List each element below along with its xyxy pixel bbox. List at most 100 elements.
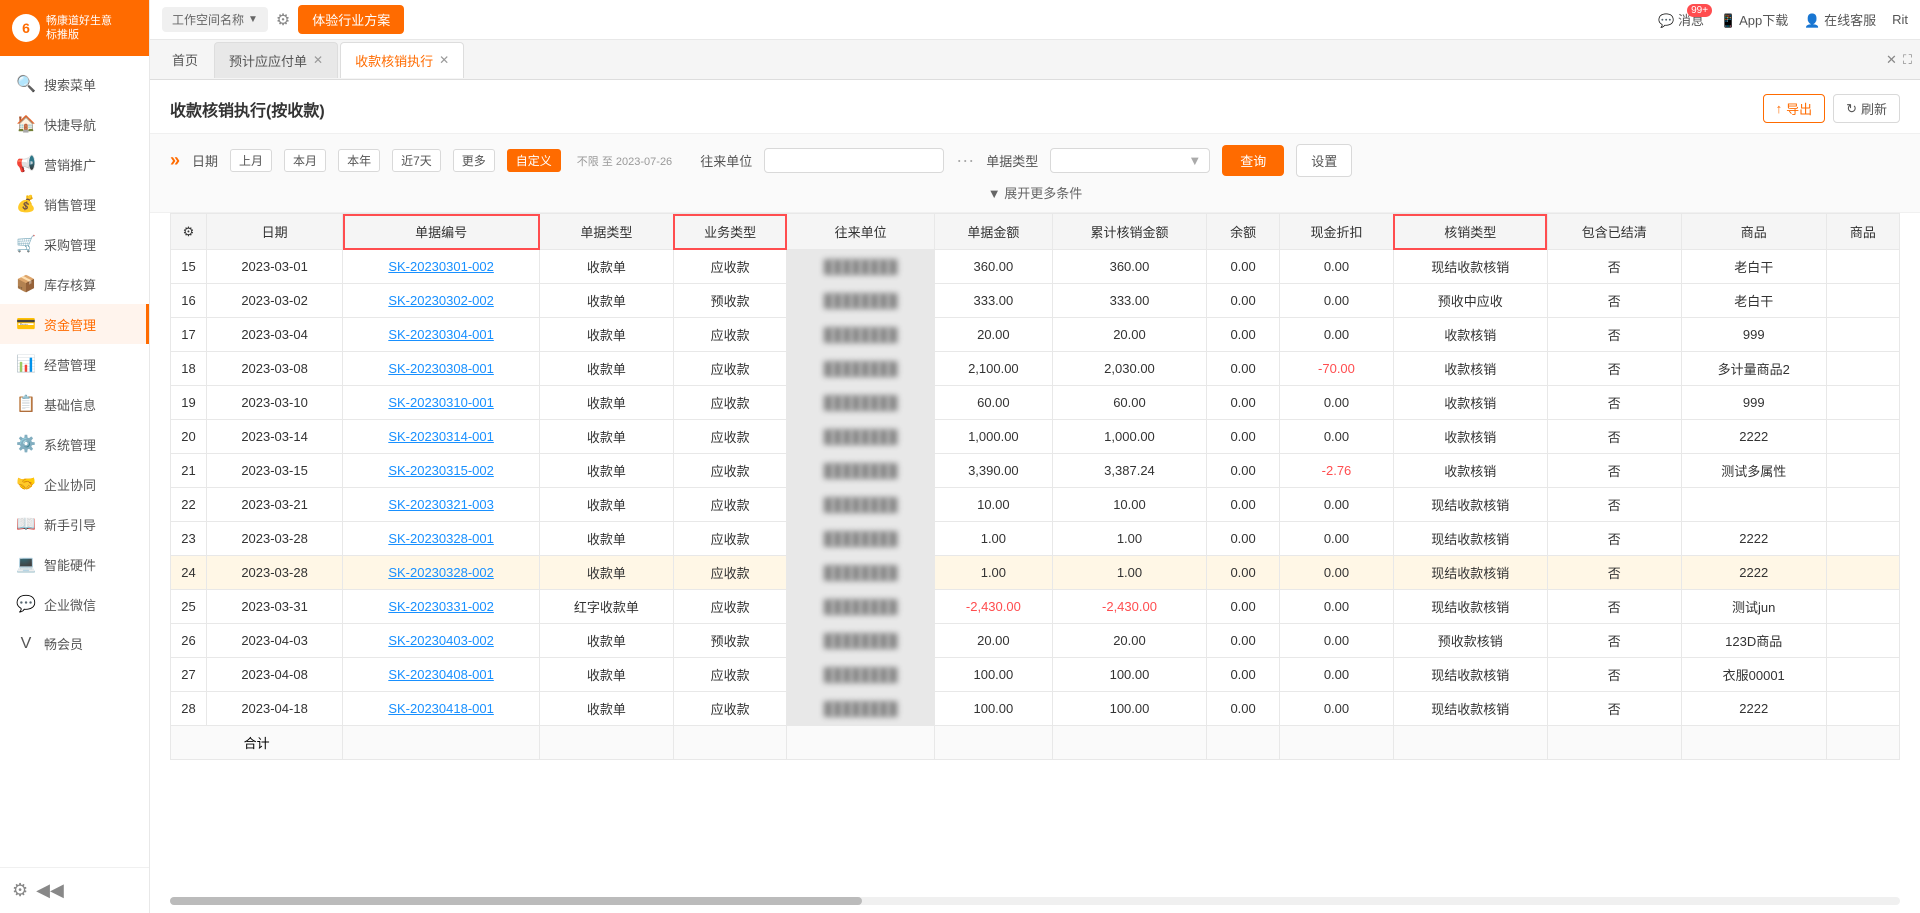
- tab-receipt[interactable]: 收款核销执行 ✕: [340, 42, 464, 78]
- sidebar-item-search[interactable]: 🔍搜索菜单: [0, 64, 149, 104]
- cell-counterpart: ████████: [787, 454, 934, 488]
- single-type-select[interactable]: ▼: [1050, 148, 1210, 173]
- gear-icon[interactable]: ⚙: [276, 10, 290, 30]
- cell-doc-no[interactable]: SK-20230308-001: [343, 352, 540, 386]
- sidebar-item-operation[interactable]: 📊经营管理: [0, 344, 149, 384]
- tab-expand-icon[interactable]: ⛶: [1903, 52, 1912, 68]
- cell-doc-no[interactable]: SK-20230321-003: [343, 488, 540, 522]
- workspace-selector[interactable]: 工作空间名称 ▼: [162, 7, 268, 32]
- filter-toggle-button[interactable]: »: [170, 150, 180, 171]
- sidebar-item-system[interactable]: ⚙️系统管理: [0, 424, 149, 464]
- sidebar-item-member[interactable]: V畅会员: [0, 624, 149, 663]
- th-write-off-type: 核销类型: [1393, 214, 1547, 250]
- cell-doc-no[interactable]: SK-20230418-001: [343, 692, 540, 726]
- sidebar-item-guide[interactable]: 📖新手引导: [0, 504, 149, 544]
- tab-home[interactable]: 首页: [158, 42, 212, 77]
- doc-no-link[interactable]: SK-20230321-003: [388, 497, 494, 512]
- cell-balance: 0.00: [1207, 352, 1280, 386]
- doc-no-link[interactable]: SK-20230314-001: [388, 429, 494, 444]
- export-button[interactable]: ↑ 导出: [1763, 94, 1826, 123]
- cell-write-off-type: 收款核销: [1393, 454, 1547, 488]
- cell-write-off: 1.00: [1052, 556, 1206, 590]
- date-btn-custom[interactable]: 自定义: [507, 149, 561, 172]
- cell-balance: 0.00: [1207, 658, 1280, 692]
- doc-no-link[interactable]: SK-20230418-001: [388, 701, 494, 716]
- table-row: 212023-03-15SK-20230315-002收款单应收款███████…: [171, 454, 1900, 488]
- sidebar-item-wechat[interactable]: 💬企业微信: [0, 584, 149, 624]
- tab-prepay[interactable]: 预计应应付单 ✕: [214, 42, 338, 78]
- date-btn-this-month[interactable]: 本月: [284, 149, 326, 172]
- tab-close-prepay[interactable]: ✕: [313, 53, 323, 67]
- cell-date: 2023-03-02: [207, 284, 343, 318]
- cell-biz-type: 应收款: [673, 658, 787, 692]
- date-btn-this-year[interactable]: 本年: [338, 149, 380, 172]
- cell-doc-no[interactable]: SK-20230310-001: [343, 386, 540, 420]
- date-btn-last-month[interactable]: 上月: [230, 149, 272, 172]
- cell-doc-no[interactable]: SK-20230304-001: [343, 318, 540, 352]
- user-info[interactable]: Rit: [1892, 12, 1908, 27]
- cell-include-closed: 否: [1547, 556, 1681, 590]
- refresh-button[interactable]: ↻ 刷新: [1833, 94, 1900, 123]
- collapse-icon[interactable]: ◀◀: [36, 880, 64, 901]
- tab-close-receipt[interactable]: ✕: [439, 53, 449, 67]
- th-gear[interactable]: ⚙: [171, 214, 207, 250]
- horizontal-scrollbar[interactable]: [170, 897, 1900, 905]
- sidebar-item-basic[interactable]: 📋基础信息: [0, 384, 149, 424]
- tab-close-all-icon[interactable]: ✕: [1886, 52, 1897, 68]
- cell-write-off-type: 现结收款核销: [1393, 556, 1547, 590]
- cell-counterpart: ████████: [787, 488, 934, 522]
- app-download[interactable]: 📱 App下载: [1720, 10, 1788, 29]
- cell-doc-no[interactable]: SK-20230403-002: [343, 624, 540, 658]
- query-button[interactable]: 查询: [1222, 145, 1284, 176]
- cell-id: 23: [171, 522, 207, 556]
- sidebar-item-sales[interactable]: 💰销售管理: [0, 184, 149, 224]
- sidebar-item-finance[interactable]: 💳资金管理: [0, 304, 149, 344]
- doc-no-link[interactable]: SK-20230304-001: [388, 327, 494, 342]
- cell-doc-no[interactable]: SK-20230301-002: [343, 250, 540, 284]
- cell-doc-no[interactable]: SK-20230314-001: [343, 420, 540, 454]
- online-service[interactable]: 👤 在线客服: [1804, 10, 1876, 29]
- service-icon: 👤: [1804, 13, 1820, 28]
- settings-button[interactable]: 设置: [1296, 144, 1352, 177]
- counterpart-input[interactable]: [764, 148, 944, 173]
- table-row: 232023-03-28SK-20230328-001收款单应收款███████…: [171, 522, 1900, 556]
- sidebar-item-marketing[interactable]: 📢营销推广: [0, 144, 149, 184]
- cell-amount: 3,390.00: [934, 454, 1052, 488]
- message-badge[interactable]: 💬 消息 99+: [1658, 10, 1704, 29]
- doc-no-link[interactable]: SK-20230331-002: [388, 599, 494, 614]
- sidebar-item-quick[interactable]: 🏠快捷导航: [0, 104, 149, 144]
- sidebar-item-corp[interactable]: 🤝企业协同: [0, 464, 149, 504]
- doc-no-link[interactable]: SK-20230328-001: [388, 531, 494, 546]
- th-cash-disc: 现金折扣: [1280, 214, 1394, 250]
- doc-no-link[interactable]: SK-20230302-002: [388, 293, 494, 308]
- doc-no-link[interactable]: SK-20230408-001: [388, 667, 494, 682]
- sidebar-item-hardware[interactable]: 💻智能硬件: [0, 544, 149, 584]
- cell-doc-no[interactable]: SK-20230315-002: [343, 454, 540, 488]
- scrollbar-thumb[interactable]: [170, 897, 862, 905]
- settings-bottom-icon[interactable]: ⚙: [12, 880, 28, 901]
- footer-product2: [1826, 726, 1899, 760]
- footer-counterpart: [787, 726, 934, 760]
- solution-button[interactable]: 体验行业方案: [298, 5, 404, 34]
- cell-doc-no[interactable]: SK-20230408-001: [343, 658, 540, 692]
- cell-doc-no[interactable]: SK-20230302-002: [343, 284, 540, 318]
- doc-no-link[interactable]: SK-20230301-002: [388, 259, 494, 274]
- doc-no-link[interactable]: SK-20230310-001: [388, 395, 494, 410]
- th-biz-type: 业务类型: [673, 214, 787, 250]
- doc-no-link[interactable]: SK-20230308-001: [388, 361, 494, 376]
- table-header-row: ⚙ 日期 单据编号 单据类型 业务类型 往来单位 单据金额 累计核销金额 余额 …: [171, 214, 1900, 250]
- table-row: 192023-03-10SK-20230310-001收款单应收款███████…: [171, 386, 1900, 420]
- date-btn-7days[interactable]: 近7天: [392, 149, 441, 172]
- doc-no-link[interactable]: SK-20230403-002: [388, 633, 494, 648]
- sidebar-item-purchase[interactable]: 🛒采购管理: [0, 224, 149, 264]
- sidebar-item-inventory[interactable]: 📦库存核算: [0, 264, 149, 304]
- doc-no-link[interactable]: SK-20230328-002: [388, 565, 494, 580]
- cell-doc-no[interactable]: SK-20230331-002: [343, 590, 540, 624]
- cell-doc-no[interactable]: SK-20230328-001: [343, 522, 540, 556]
- cell-doc-no[interactable]: SK-20230328-002: [343, 556, 540, 590]
- expand-conditions[interactable]: ▼ 展开更多条件: [170, 177, 1900, 202]
- cell-product1: 999: [1681, 386, 1826, 420]
- doc-no-link[interactable]: SK-20230315-002: [388, 463, 494, 478]
- date-btn-more[interactable]: 更多: [453, 149, 495, 172]
- cell-include-closed: 否: [1547, 284, 1681, 318]
